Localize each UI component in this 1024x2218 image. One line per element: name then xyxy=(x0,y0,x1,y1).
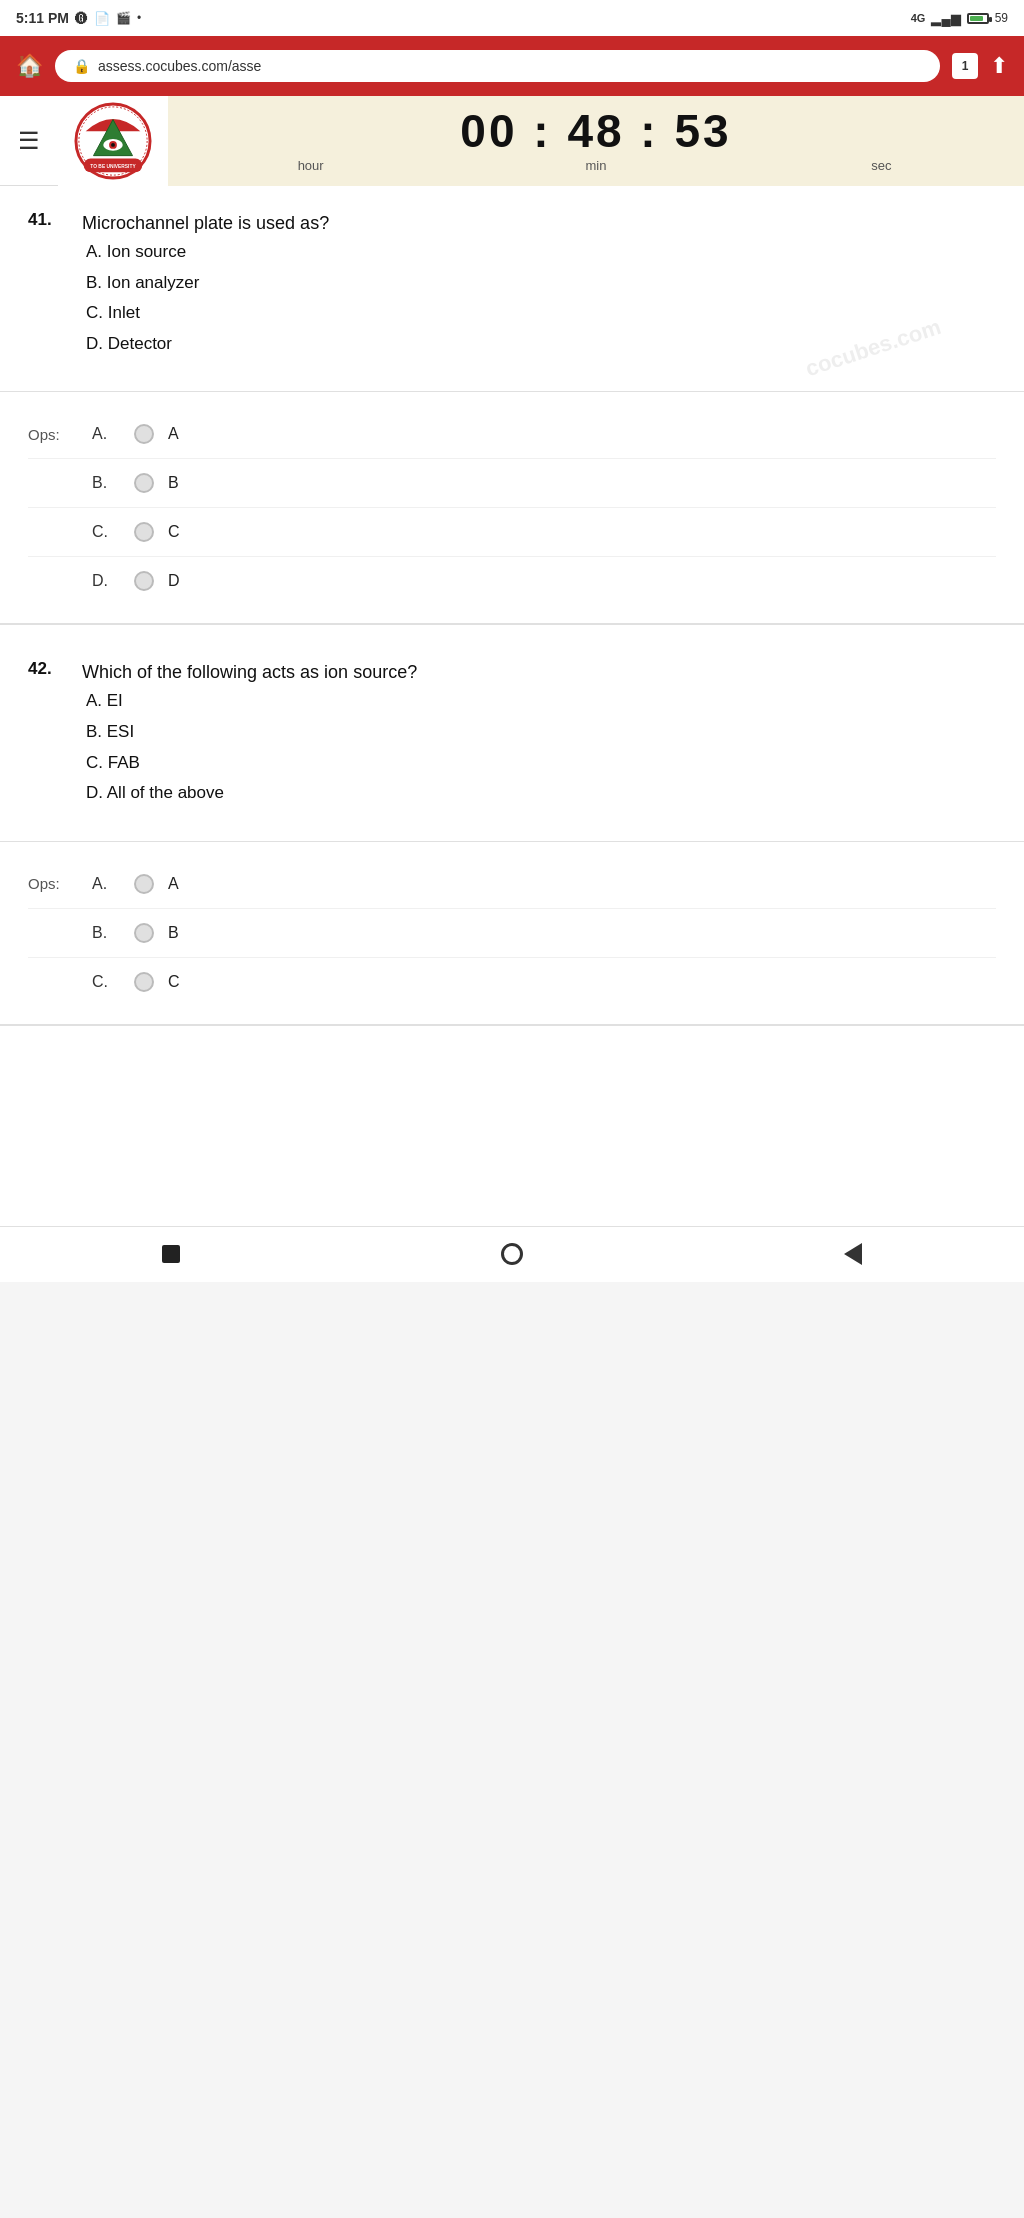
ops-42-radio-c[interactable] xyxy=(134,972,154,992)
lte-label: 4G xyxy=(911,12,926,24)
ops-41-radio-a[interactable] xyxy=(134,424,154,444)
question-41-option-b: B. Ion analyzer xyxy=(82,268,329,299)
ops-41-a-text: A xyxy=(168,425,179,443)
url-bar[interactable]: 🔒 assess.cocubes.com/asse xyxy=(55,50,940,82)
tab-count-button[interactable]: 1 xyxy=(952,53,978,79)
stop-icon xyxy=(162,1245,180,1263)
nav-stop-button[interactable] xyxy=(155,1238,187,1270)
question-42-option-d: D. All of the above xyxy=(82,778,417,809)
video-icon: 🎬 xyxy=(116,11,131,25)
ops-42-b-letter: B. xyxy=(92,924,120,942)
ops-42-a-text: A xyxy=(168,875,179,893)
status-right: 4G ▂▄▆ 59 xyxy=(911,11,1008,26)
ops-42-a-letter: A. xyxy=(92,875,120,893)
ops-41-b-row: Ops: B. B xyxy=(28,459,996,508)
status-bar: 5:11 PM 🅖 📄 🎬 • 4G ▂▄▆ 59 xyxy=(0,0,1024,36)
ops-41-c-text: C xyxy=(168,523,180,541)
upload-button[interactable]: ⬆ xyxy=(990,53,1008,79)
ops-41-label: Ops: xyxy=(28,426,78,443)
university-logo: TO BE UNIVERSITY xyxy=(74,102,152,180)
ops-41-d-letter: D. xyxy=(92,572,120,590)
spacer xyxy=(0,1026,1024,1226)
timer-sep1: : xyxy=(533,105,567,157)
timer-min-label: min xyxy=(453,158,738,173)
svg-point-5 xyxy=(111,142,115,146)
app-header: ☰ TO BE UNIVERSITY 00 : 48 : 53 xyxy=(0,96,1024,186)
question-42-option-b: B. ESI xyxy=(82,717,417,748)
ops-42-radio-a[interactable] xyxy=(134,874,154,894)
nav-back-button[interactable] xyxy=(837,1238,869,1270)
ops-42-c-letter: C. xyxy=(92,973,120,991)
nav-home-button[interactable] xyxy=(496,1238,528,1270)
question-42-text: Which of the following acts as ion sourc… xyxy=(82,659,417,686)
timer-minutes: 48 xyxy=(567,105,624,157)
timer-display: 00 : 48 : 53 xyxy=(460,108,731,154)
ops-42-radio-b[interactable] xyxy=(134,923,154,943)
ops-42-c-text: C xyxy=(168,973,180,991)
question-42-header: 42. Which of the following acts as ion s… xyxy=(28,659,996,808)
timer-area: 00 : 48 : 53 hour min sec xyxy=(168,96,1024,186)
ops-41-section: Ops: A. A Ops: B. B Ops: C. C Ops: D. D xyxy=(0,392,1024,625)
battery-icon xyxy=(967,13,989,24)
question-42-content: Which of the following acts as ion sourc… xyxy=(82,659,417,808)
question-41-content: Microchannel plate is used as? A. Ion so… xyxy=(82,210,329,359)
ops-41-b-letter: B. xyxy=(92,474,120,492)
lock-icon: 🔒 xyxy=(73,58,90,74)
hamburger-menu[interactable]: ☰ xyxy=(0,127,58,155)
browser-bar: 🏠 🔒 assess.cocubes.com/asse 1 ⬆ xyxy=(0,36,1024,96)
question-42-option-c: C. FAB xyxy=(82,748,417,779)
back-triangle-icon xyxy=(844,1243,862,1265)
svg-text:TO BE UNIVERSITY: TO BE UNIVERSITY xyxy=(90,164,136,169)
ops-42-c-row: Ops: C. C xyxy=(28,958,996,1006)
dot-indicator: • xyxy=(137,11,141,25)
timer-labels: hour min sec xyxy=(168,158,1024,173)
ops-41-a-letter: A. xyxy=(92,425,120,443)
battery-level: 59 xyxy=(995,11,1008,25)
ops-41-radio-c[interactable] xyxy=(134,522,154,542)
logo-area: TO BE UNIVERSITY xyxy=(58,96,168,186)
bottom-nav-bar xyxy=(0,1226,1024,1282)
timer-sec-label: sec xyxy=(739,158,1024,173)
ops-41-b-text: B xyxy=(168,474,179,492)
question-41-header: 41. Microchannel plate is used as? A. Io… xyxy=(28,210,996,359)
question-41-option-a: A. Ion source xyxy=(82,237,329,268)
question-41-option-d: D. Detector xyxy=(82,329,329,360)
ops-41-header-row: Ops: A. A xyxy=(28,410,996,459)
question-41-block: 41. Microchannel plate is used as? A. Io… xyxy=(0,186,1024,392)
ops-41-c-row: Ops: C. C xyxy=(28,508,996,557)
signal-bars: ▂▄▆ xyxy=(931,11,960,26)
status-left: 5:11 PM 🅖 📄 🎬 • xyxy=(16,10,141,26)
timer-seconds: 53 xyxy=(674,105,731,157)
question-42-option-a: A. EI xyxy=(82,686,417,717)
ops-41-radio-b[interactable] xyxy=(134,473,154,493)
doc-icon: 📄 xyxy=(94,11,110,26)
url-text: assess.cocubes.com/asse xyxy=(98,58,261,74)
question-42-number: 42. xyxy=(28,659,64,808)
ops-42-b-text: B xyxy=(168,924,179,942)
ops-41-d-row: Ops: D. D xyxy=(28,557,996,605)
status-time: 5:11 PM xyxy=(16,10,69,26)
home-button[interactable]: 🏠 xyxy=(16,53,43,79)
ops-41-c-letter: C. xyxy=(92,523,120,541)
question-42-block: 42. Which of the following acts as ion s… xyxy=(0,635,1024,841)
ops-42-label: Ops: xyxy=(28,875,78,892)
question-41-number: 41. xyxy=(28,210,64,359)
ops-42-header-row: Ops: A. A xyxy=(28,860,996,909)
question-41-text: Microchannel plate is used as? xyxy=(82,210,329,237)
google-icon: 🅖 xyxy=(75,11,88,26)
ops-41-radio-d[interactable] xyxy=(134,571,154,591)
questions-container: 41. Microchannel plate is used as? A. Io… xyxy=(0,186,1024,1026)
home-circle-icon xyxy=(501,1243,523,1265)
ops-41-d-text: D xyxy=(168,572,180,590)
timer-hours: 00 xyxy=(460,105,517,157)
timer-hour-label: hour xyxy=(168,158,453,173)
timer-sep2: : xyxy=(640,105,674,157)
ops-42-b-row: Ops: B. B xyxy=(28,909,996,958)
question-41-option-c: C. Inlet xyxy=(82,298,329,329)
ops-42-section: Ops: A. A Ops: B. B Ops: C. C xyxy=(0,842,1024,1026)
